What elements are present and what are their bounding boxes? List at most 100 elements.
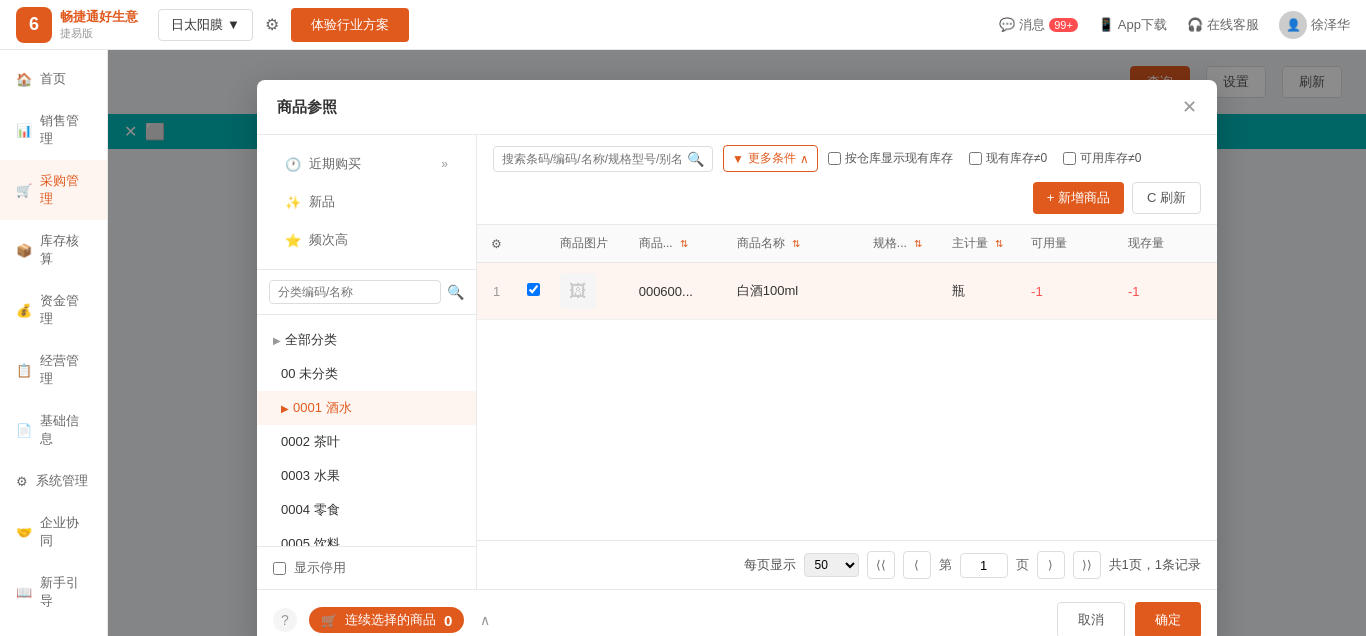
cat-fruit[interactable]: 0003 水果 <box>257 459 476 493</box>
product-search-input[interactable] <box>502 152 681 166</box>
prev-page-button[interactable]: ⟨ <box>903 551 931 579</box>
message-icon: 💬 <box>999 17 1015 32</box>
warehouse-stock-check[interactable] <box>828 152 841 165</box>
page-size-select[interactable]: 50 20 100 <box>804 553 859 577</box>
sidebar-item-basic-info[interactable]: 📄 基础信息 <box>0 400 107 460</box>
modal-left-panel: 🕐 近期购买 » ✨ 新品 ⭐ 频次高 <box>257 135 477 589</box>
sidebar-item-operations[interactable]: 📋 经营管理 <box>0 340 107 400</box>
messages-badge: 99+ <box>1049 18 1078 32</box>
show-disabled-checkbox[interactable] <box>273 562 286 575</box>
col-name[interactable]: 商品名称 ⇅ <box>729 225 865 263</box>
app-download-item[interactable]: 📱 App下载 <box>1098 16 1167 34</box>
category-search-icon[interactable]: 🔍 <box>447 284 464 300</box>
main-content: 查询 设置 刷新 ✕ ⬜ 商品参照 ✕ <box>108 50 1366 636</box>
row-available: -1 <box>1023 263 1120 320</box>
cat-uncategorized[interactable]: 00 未分类 <box>257 357 476 391</box>
row-code: 000600... <box>631 263 729 320</box>
sidebar-item-home[interactable]: 🏠 首页 <box>0 58 107 100</box>
checkbox-nonzero-stock[interactable]: 现有库存≠0 <box>969 150 1047 167</box>
footer-left-area: ? 🛒 连续选择的商品 0 ∧ <box>273 607 490 633</box>
cat-liquor[interactable]: ▶ 0001 酒水 <box>257 391 476 425</box>
product-search-icon[interactable]: 🔍 <box>687 151 704 167</box>
first-page-button[interactable]: ⟨⟨ <box>867 551 895 579</box>
sidebar: 🏠 首页 📊 销售管理 🛒 采购管理 📦 库存核算 💰 资金管理 📋 经营管理 … <box>0 50 108 636</box>
product-reference-modal: 商品参照 ✕ 🕐 近期购买 » ✨ <box>257 80 1217 636</box>
modal-title: 商品参照 <box>277 98 337 117</box>
row-checkbox-cell[interactable] <box>516 263 552 320</box>
col-spec[interactable]: 规格... ⇅ <box>865 225 944 263</box>
user-profile[interactable]: 👤 徐泽华 <box>1279 11 1350 39</box>
last-page-button[interactable]: ⟩⟩ <box>1073 551 1101 579</box>
table-header-row: ⚙ 商品图片 商品... ⇅ 商品名称 <box>477 225 1217 263</box>
sidebar-item-system[interactable]: ⚙ 系统管理 <box>0 460 107 502</box>
image-placeholder-icon: 🖼 <box>569 281 587 302</box>
add-product-button[interactable]: + 新增商品 <box>1033 182 1124 214</box>
refresh-button[interactable]: C 刷新 <box>1132 182 1201 214</box>
modal-close-button[interactable]: ✕ <box>1182 96 1197 118</box>
expand-icon: » <box>441 157 448 171</box>
row-checkbox[interactable] <box>527 283 540 296</box>
logo-icon: 6 <box>16 7 52 43</box>
modal-header: 商品参照 ✕ <box>257 80 1217 135</box>
inventory-icon: 📦 <box>16 243 32 258</box>
col-stock: 现存量 <box>1120 225 1217 263</box>
col-unit[interactable]: 主计量 ⇅ <box>944 225 1023 263</box>
tab-new-products[interactable]: ✨ 新品 <box>273 185 460 219</box>
sidebar-item-inventory[interactable]: 📦 库存核算 <box>0 220 107 280</box>
mobile-icon: 📱 <box>1098 17 1114 32</box>
right-toolbar: 🔍 ▼ 更多条件 ∧ 按仓库显示现有库存 <box>477 135 1217 225</box>
cat-all[interactable]: ▶ 全部分类 <box>257 323 476 357</box>
user-avatar: 👤 <box>1279 11 1307 39</box>
nonzero-stock-check[interactable] <box>969 152 982 165</box>
cat-drinks[interactable]: 0005 饮料 <box>257 527 476 546</box>
messages-item[interactable]: 💬 消息 99+ <box>999 16 1078 34</box>
sort-unit-icon: ⇅ <box>995 238 1003 249</box>
cancel-button[interactable]: 取消 <box>1057 602 1125 636</box>
sidebar-item-sales[interactable]: 📊 销售管理 <box>0 100 107 160</box>
more-filters-button[interactable]: ▼ 更多条件 ∧ <box>723 145 818 172</box>
continuous-select-cart[interactable]: 🛒 连续选择的商品 0 <box>309 607 464 633</box>
sidebar-item-app-center[interactable]: 🖥 应用中心 <box>0 622 107 636</box>
sidebar-item-guide[interactable]: 📖 新手引导 <box>0 562 107 622</box>
col-code[interactable]: 商品... ⇅ <box>631 225 729 263</box>
first-page-icon: ⟨⟨ <box>876 558 886 572</box>
cat-arrow-liquor: ▶ <box>281 403 289 414</box>
trial-btn[interactable]: 体验行业方案 <box>291 8 409 42</box>
cat-snacks[interactable]: 0004 零食 <box>257 493 476 527</box>
tab-recent-purchase[interactable]: 🕐 近期购买 » <box>273 147 460 181</box>
product-search-box: 🔍 <box>493 146 713 172</box>
page-number-input[interactable] <box>960 553 1008 578</box>
logo-area: 6 畅捷通好生意 捷易版 <box>16 7 138 43</box>
confirm-button[interactable]: 确定 <box>1135 602 1201 636</box>
top-navigation: 6 畅捷通好生意 捷易版 日太阳膜 ▼ ⚙ 体验行业方案 💬 消息 99+ 📱 … <box>0 0 1366 50</box>
sort-code-icon: ⇅ <box>680 238 688 249</box>
help-button[interactable]: ? <box>273 608 297 632</box>
modal-footer: ? 🛒 连续选择的商品 0 ∧ 取消 确定 <box>257 589 1217 636</box>
new-icon: ✨ <box>285 195 301 210</box>
next-page-button[interactable]: ⟩ <box>1037 551 1065 579</box>
row-num: 1 <box>477 263 516 320</box>
tab-frequent[interactable]: ⭐ 频次高 <box>273 223 460 257</box>
settings-gear-icon[interactable]: ⚙ <box>265 15 279 34</box>
sidebar-item-enterprise[interactable]: 🤝 企业协同 <box>0 502 107 562</box>
pagination: 每页显示 50 20 100 ⟨⟨ ⟨ <box>477 540 1217 589</box>
company-selector[interactable]: 日太阳膜 ▼ <box>158 9 253 41</box>
checkbox-nonzero-available[interactable]: 可用库存≠0 <box>1063 150 1141 167</box>
cart-count-badge: 0 <box>444 612 452 629</box>
row-image-cell: 🖼 <box>552 263 631 320</box>
checkbox-warehouse-stock[interactable]: 按仓库显示现有库存 <box>828 150 953 167</box>
nonzero-available-check[interactable] <box>1063 152 1076 165</box>
cat-tea[interactable]: 0002 茶叶 <box>257 425 476 459</box>
sidebar-item-finance[interactable]: 💰 资金管理 <box>0 280 107 340</box>
customer-service-item[interactable]: 🎧 在线客服 <box>1187 16 1259 34</box>
sidebar-item-purchase[interactable]: 🛒 采购管理 <box>0 160 107 220</box>
modal-right-panel: 🔍 ▼ 更多条件 ∧ 按仓库显示现有库存 <box>477 135 1217 589</box>
chevron-up-icon: ∧ <box>800 152 809 166</box>
table-row[interactable]: 1 🖼 <box>477 263 1217 320</box>
category-search-input[interactable] <box>269 280 441 304</box>
sales-icon: 📊 <box>16 123 32 138</box>
footer-collapse-button[interactable]: ∧ <box>480 612 490 628</box>
col-available: 可用量 <box>1023 225 1120 263</box>
col-settings[interactable]: ⚙ <box>477 225 516 263</box>
logo-text: 畅捷通好生意 捷易版 <box>60 8 138 41</box>
